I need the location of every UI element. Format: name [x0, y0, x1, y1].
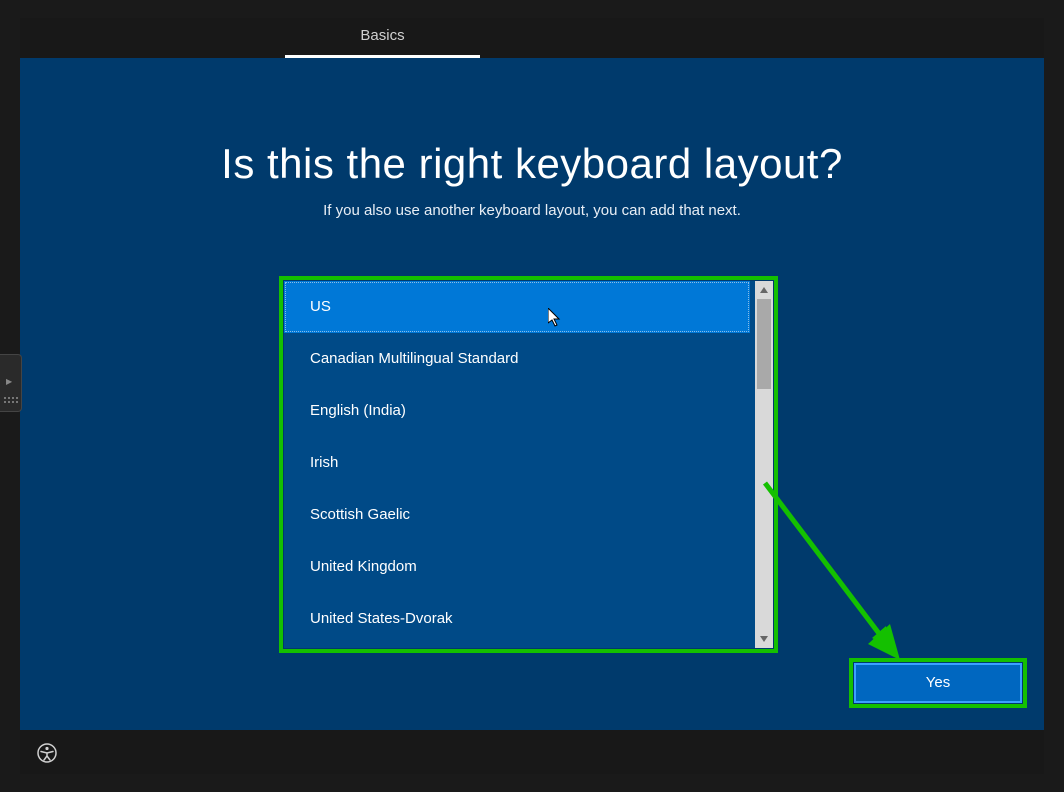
tab-basics[interactable]: Basics: [285, 18, 480, 58]
side-panel-handle[interactable]: ▶: [0, 354, 22, 412]
bottom-bar: [20, 730, 1044, 774]
setup-content: Is this the right keyboard layout? If yo…: [20, 58, 1044, 730]
list-item[interactable]: US: [284, 281, 750, 333]
annotation-arrow: [760, 478, 920, 678]
grip-dots-icon: [4, 397, 18, 407]
list-item[interactable]: Irish: [284, 437, 750, 489]
list-item[interactable]: English (India): [284, 385, 750, 437]
scrollbar[interactable]: [755, 281, 773, 648]
scroll-down-icon[interactable]: [755, 630, 773, 648]
list-item[interactable]: Canadian Multilingual Standard: [284, 333, 750, 385]
page-subtitle: If you also use another keyboard layout,…: [20, 202, 1044, 219]
chevron-right-icon: ▶: [6, 377, 12, 386]
list-item[interactable]: United States-Dvorak: [284, 593, 750, 645]
accessibility-icon[interactable]: [36, 742, 58, 764]
list-item[interactable]: Scottish Gaelic: [284, 489, 750, 541]
top-bar: Basics: [20, 18, 1044, 58]
yes-button[interactable]: Yes: [854, 663, 1022, 703]
list-item[interactable]: United Kingdom: [284, 541, 750, 593]
screen-root: Basics Is this the right keyboard layout…: [0, 0, 1064, 792]
scroll-up-icon[interactable]: [755, 281, 773, 299]
page-title: Is this the right keyboard layout?: [20, 140, 1044, 188]
keyboard-layout-listbox[interactable]: US Canadian Multilingual Standard Englis…: [284, 281, 773, 648]
scrollbar-thumb[interactable]: [757, 299, 771, 389]
